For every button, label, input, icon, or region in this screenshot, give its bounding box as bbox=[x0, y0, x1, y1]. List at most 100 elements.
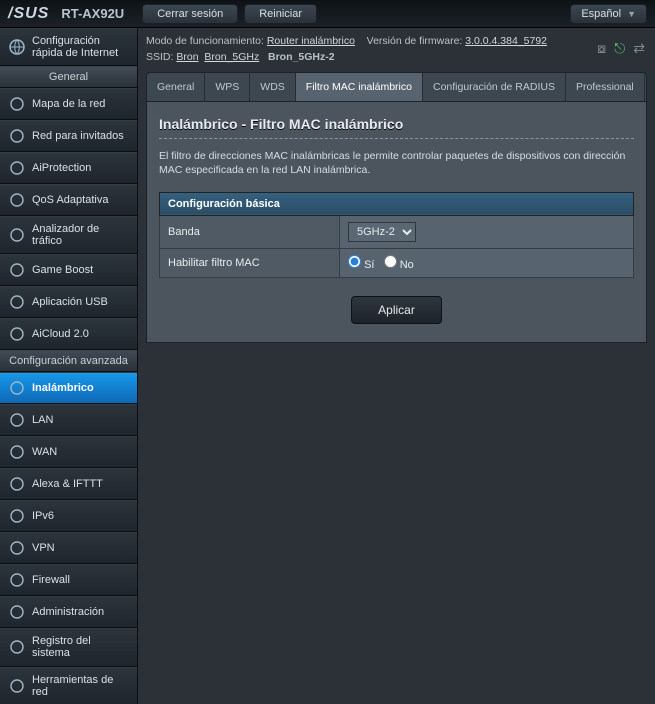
sidebar-item-label: AiProtection bbox=[32, 162, 91, 174]
logout-button[interactable]: Cerrar sesión bbox=[142, 4, 238, 24]
sidebar-item-label: QoS Adaptativa bbox=[32, 194, 108, 206]
language-dropdown[interactable]: Español ▼ bbox=[570, 4, 647, 24]
tab-0[interactable]: General bbox=[147, 73, 205, 101]
sidebar-adv-4[interactable]: IPv6 bbox=[0, 500, 137, 532]
item-icon bbox=[8, 443, 26, 461]
tab-1[interactable]: WPS bbox=[205, 73, 250, 101]
band-label: Banda bbox=[160, 215, 340, 248]
radio-yes[interactable] bbox=[348, 255, 361, 268]
enable-label: Habilitar filtro MAC bbox=[160, 248, 340, 277]
usb-status-icon[interactable]: ⇄ bbox=[633, 38, 645, 59]
tab-3[interactable]: Filtro MAC inalámbrico bbox=[296, 73, 423, 101]
apply-button[interactable]: Aplicar bbox=[351, 296, 442, 324]
sidebar-quick-setup[interactable]: Configuración rápida de Internet bbox=[0, 28, 137, 66]
item-icon bbox=[8, 475, 26, 493]
sidebar-item-label: Game Boost bbox=[32, 264, 93, 276]
item-icon bbox=[8, 191, 26, 209]
language-label: Español bbox=[581, 8, 621, 20]
ssid-value-0[interactable]: Bron bbox=[176, 51, 198, 63]
ssid-value-2: Bron_5GHz-2 bbox=[268, 51, 335, 63]
item-icon bbox=[8, 95, 26, 113]
sidebar-section-general: General bbox=[0, 66, 137, 88]
radio-no[interactable] bbox=[384, 255, 397, 268]
sidebar-general-5[interactable]: Game Boost bbox=[0, 254, 137, 286]
sidebar-item-label: Red para invitados bbox=[32, 130, 124, 142]
sidebar-general-0[interactable]: Mapa de la red bbox=[0, 88, 137, 120]
item-icon bbox=[8, 411, 26, 429]
page-description: El filtro de direcciones MAC inalámbrica… bbox=[159, 149, 634, 178]
sidebar-general-1[interactable]: Red para invitados bbox=[0, 120, 137, 152]
globe-icon bbox=[8, 38, 26, 56]
sidebar-item-label: Firewall bbox=[32, 574, 70, 586]
sidebar-adv-0[interactable]: Inalámbrico bbox=[0, 372, 137, 404]
item-icon bbox=[8, 539, 26, 557]
section-header: Configuración básica bbox=[160, 192, 634, 215]
sidebar-general-4[interactable]: Analizador de tráfico bbox=[0, 216, 137, 254]
item-icon bbox=[8, 127, 26, 145]
sidebar-adv-9[interactable]: Herramientas de red bbox=[0, 667, 137, 704]
item-icon bbox=[8, 261, 26, 279]
sidebar-general-2[interactable]: AiProtection bbox=[0, 152, 137, 184]
network-status-icon[interactable]: ⎋ bbox=[614, 38, 625, 59]
sidebar-item-label: Configuración rápida de Internet bbox=[32, 35, 129, 59]
content-panel: Inalámbrico - Filtro MAC inalámbrico El … bbox=[146, 102, 647, 343]
mode-value[interactable]: Router inalámbrico bbox=[267, 35, 355, 47]
item-icon bbox=[8, 677, 26, 695]
table-row: Banda 2.4GHz5GHz-15GHz-2 bbox=[160, 215, 634, 248]
sidebar-item-label: Analizador de tráfico bbox=[32, 223, 129, 247]
item-icon bbox=[8, 638, 26, 656]
tab-6[interactable]: Roaming Block List bbox=[645, 73, 647, 101]
sidebar-item-label: WAN bbox=[32, 446, 57, 458]
tab-4[interactable]: Configuración de RADIUS bbox=[423, 73, 566, 101]
tab-5[interactable]: Professional bbox=[566, 73, 645, 101]
sidebar-adv-7[interactable]: Administración bbox=[0, 596, 137, 628]
item-icon bbox=[8, 159, 26, 177]
main-content: Modo de funcionamiento: Router inalámbri… bbox=[138, 28, 655, 704]
item-icon bbox=[8, 293, 26, 311]
ssid-label: SSID: bbox=[146, 51, 173, 63]
item-icon bbox=[8, 603, 26, 621]
sidebar-item-label: Alexa & IFTTT bbox=[32, 478, 103, 490]
sidebar-item-label: Aplicación USB bbox=[32, 296, 108, 308]
sidebar-item-label: Administración bbox=[32, 606, 104, 618]
sidebar-item-label: LAN bbox=[32, 414, 53, 426]
model-name: RT-AX92U bbox=[61, 6, 124, 21]
table-row: Habilitar filtro MAC Sí No bbox=[160, 248, 634, 277]
sidebar-item-label: AiCloud 2.0 bbox=[32, 328, 89, 340]
band-select[interactable]: 2.4GHz5GHz-15GHz-2 bbox=[348, 222, 416, 242]
sidebar-adv-3[interactable]: Alexa & IFTTT bbox=[0, 468, 137, 500]
radio-no-label[interactable]: No bbox=[384, 259, 414, 271]
top-bar: /SUS RT-AX92U Cerrar sesión Reiniciar Es… bbox=[0, 0, 655, 28]
sidebar-adv-8[interactable]: Registro del sistema bbox=[0, 628, 137, 666]
tab-2[interactable]: WDS bbox=[250, 73, 296, 101]
sidebar-adv-1[interactable]: LAN bbox=[0, 404, 137, 436]
mode-label: Modo de funcionamiento: bbox=[146, 35, 264, 47]
item-icon bbox=[8, 325, 26, 343]
sidebar-adv-2[interactable]: WAN bbox=[0, 436, 137, 468]
sidebar-item-label: VPN bbox=[32, 542, 55, 554]
sidebar-section-advanced: Configuración avanzada bbox=[0, 350, 137, 372]
sidebar-item-label: Herramientas de red bbox=[32, 674, 129, 698]
sidebar-item-label: IPv6 bbox=[32, 510, 54, 522]
sidebar-general-3[interactable]: QoS Adaptativa bbox=[0, 184, 137, 216]
tab-bar: GeneralWPSWDSFiltro MAC inalámbricoConfi… bbox=[146, 72, 647, 102]
sidebar-general-6[interactable]: Aplicación USB bbox=[0, 286, 137, 318]
chevron-down-icon: ▼ bbox=[627, 9, 636, 19]
reboot-button[interactable]: Reiniciar bbox=[244, 4, 317, 24]
item-icon bbox=[8, 571, 26, 589]
sidebar-general-7[interactable]: AiCloud 2.0 bbox=[0, 318, 137, 350]
item-icon bbox=[8, 379, 26, 397]
sidebar-item-label: Registro del sistema bbox=[32, 635, 129, 659]
item-icon bbox=[8, 226, 26, 244]
ssid-value-1[interactable]: Bron_5GHz bbox=[204, 51, 259, 63]
fw-value[interactable]: 3.0.0.4.384_5792 bbox=[465, 35, 547, 47]
sidebar: Configuración rápida de Internet General… bbox=[0, 28, 138, 704]
sidebar-item-label: Mapa de la red bbox=[32, 98, 105, 110]
brand-logo: /SUS bbox=[8, 5, 49, 23]
wifi-status-icon[interactable]: ⧇ bbox=[597, 38, 606, 59]
radio-yes-label[interactable]: Sí bbox=[348, 259, 378, 271]
sidebar-item-label: Inalámbrico bbox=[32, 382, 94, 394]
settings-table: Configuración básica Banda 2.4GHz5GHz-15… bbox=[159, 192, 634, 278]
sidebar-adv-6[interactable]: Firewall bbox=[0, 564, 137, 596]
sidebar-adv-5[interactable]: VPN bbox=[0, 532, 137, 564]
